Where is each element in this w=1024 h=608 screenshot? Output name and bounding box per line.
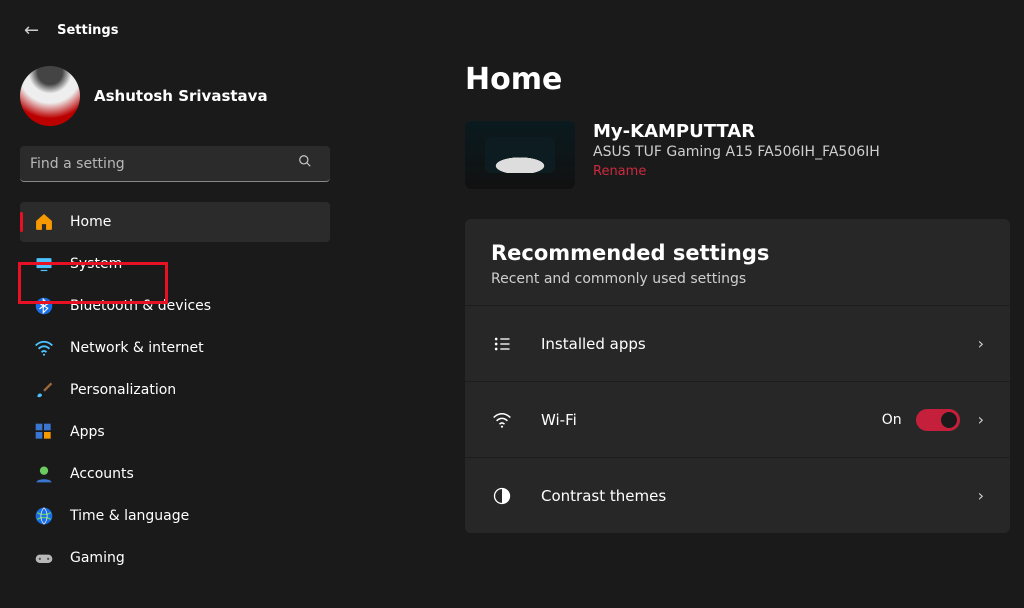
globe-icon [34,506,54,526]
wifi-icon [34,338,54,358]
row-label: Installed apps [541,335,978,353]
installed-apps-icon [491,334,513,354]
back-arrow-icon[interactable]: ← [24,20,39,41]
sidebar-item-system[interactable]: System [20,244,330,284]
person-icon [34,464,54,484]
row-label: Wi-Fi [541,411,882,429]
sidebar-item-bluetooth[interactable]: Bluetooth & devices [20,286,330,326]
chevron-right-icon: › [978,410,984,429]
sidebar-item-label: Network & internet [70,340,204,356]
sidebar-item-gaming[interactable]: Gaming [20,538,330,578]
chevron-right-icon: › [978,334,984,353]
sidebar: Ashutosh Srivastava Home System Bluetoot… [0,52,350,580]
card-title: Recommended settings [491,241,984,265]
sidebar-item-label: Personalization [70,382,176,398]
sidebar-item-network[interactable]: Network & internet [20,328,330,368]
rename-link[interactable]: Rename [593,164,880,179]
search-wrap [20,146,330,182]
card-subtitle: Recent and commonly used settings [491,271,984,287]
home-icon [34,212,54,232]
row-label: Contrast themes [541,487,978,505]
sidebar-item-label: Home [70,214,111,230]
brush-icon [34,380,54,400]
sidebar-item-label: System [70,256,122,272]
system-icon [34,254,54,274]
sidebar-item-accounts[interactable]: Accounts [20,454,330,494]
page-title: Home [465,62,1010,97]
wifi-toggle[interactable] [916,409,960,431]
avatar [20,66,80,126]
contrast-icon [491,486,513,506]
device-name: My-KAMPUTTAR [593,121,880,142]
card-header: Recommended settings Recent and commonly… [465,219,1010,305]
sidebar-item-time-language[interactable]: Time & language [20,496,330,536]
sidebar-item-label: Apps [70,424,105,440]
row-installed-apps[interactable]: Installed apps › [465,305,1010,381]
row-contrast-themes[interactable]: Contrast themes › [465,457,1010,533]
app-title: Settings [57,23,118,38]
main-content: Home My-KAMPUTTAR ASUS TUF Gaming A15 FA… [465,62,1010,533]
gamepad-icon [34,548,54,568]
sidebar-item-label: Accounts [70,466,134,482]
sidebar-item-home[interactable]: Home [20,202,330,242]
wifi-icon [491,410,513,430]
wifi-state: On [882,412,902,428]
apps-icon [34,422,54,442]
sidebar-item-personalization[interactable]: Personalization [20,370,330,410]
device-block: My-KAMPUTTAR ASUS TUF Gaming A15 FA506IH… [465,121,1010,189]
nav-list: Home System Bluetooth & devices Network … [20,202,330,578]
device-model: ASUS TUF Gaming A15 FA506IH_FA506IH [593,144,880,160]
sidebar-item-label: Time & language [70,508,189,524]
bluetooth-icon [34,296,54,316]
search-input[interactable] [20,146,330,182]
user-name: Ashutosh Srivastava [94,87,268,105]
titlebar: ← Settings [0,0,1024,41]
device-thumbnail [465,121,575,189]
sidebar-item-apps[interactable]: Apps [20,412,330,452]
sidebar-item-label: Bluetooth & devices [70,298,211,314]
recommended-card: Recommended settings Recent and commonly… [465,219,1010,533]
chevron-right-icon: › [978,486,984,505]
row-wifi[interactable]: Wi-Fi On › [465,381,1010,457]
sidebar-item-label: Gaming [70,550,125,566]
profile-block[interactable]: Ashutosh Srivastava [20,66,330,126]
